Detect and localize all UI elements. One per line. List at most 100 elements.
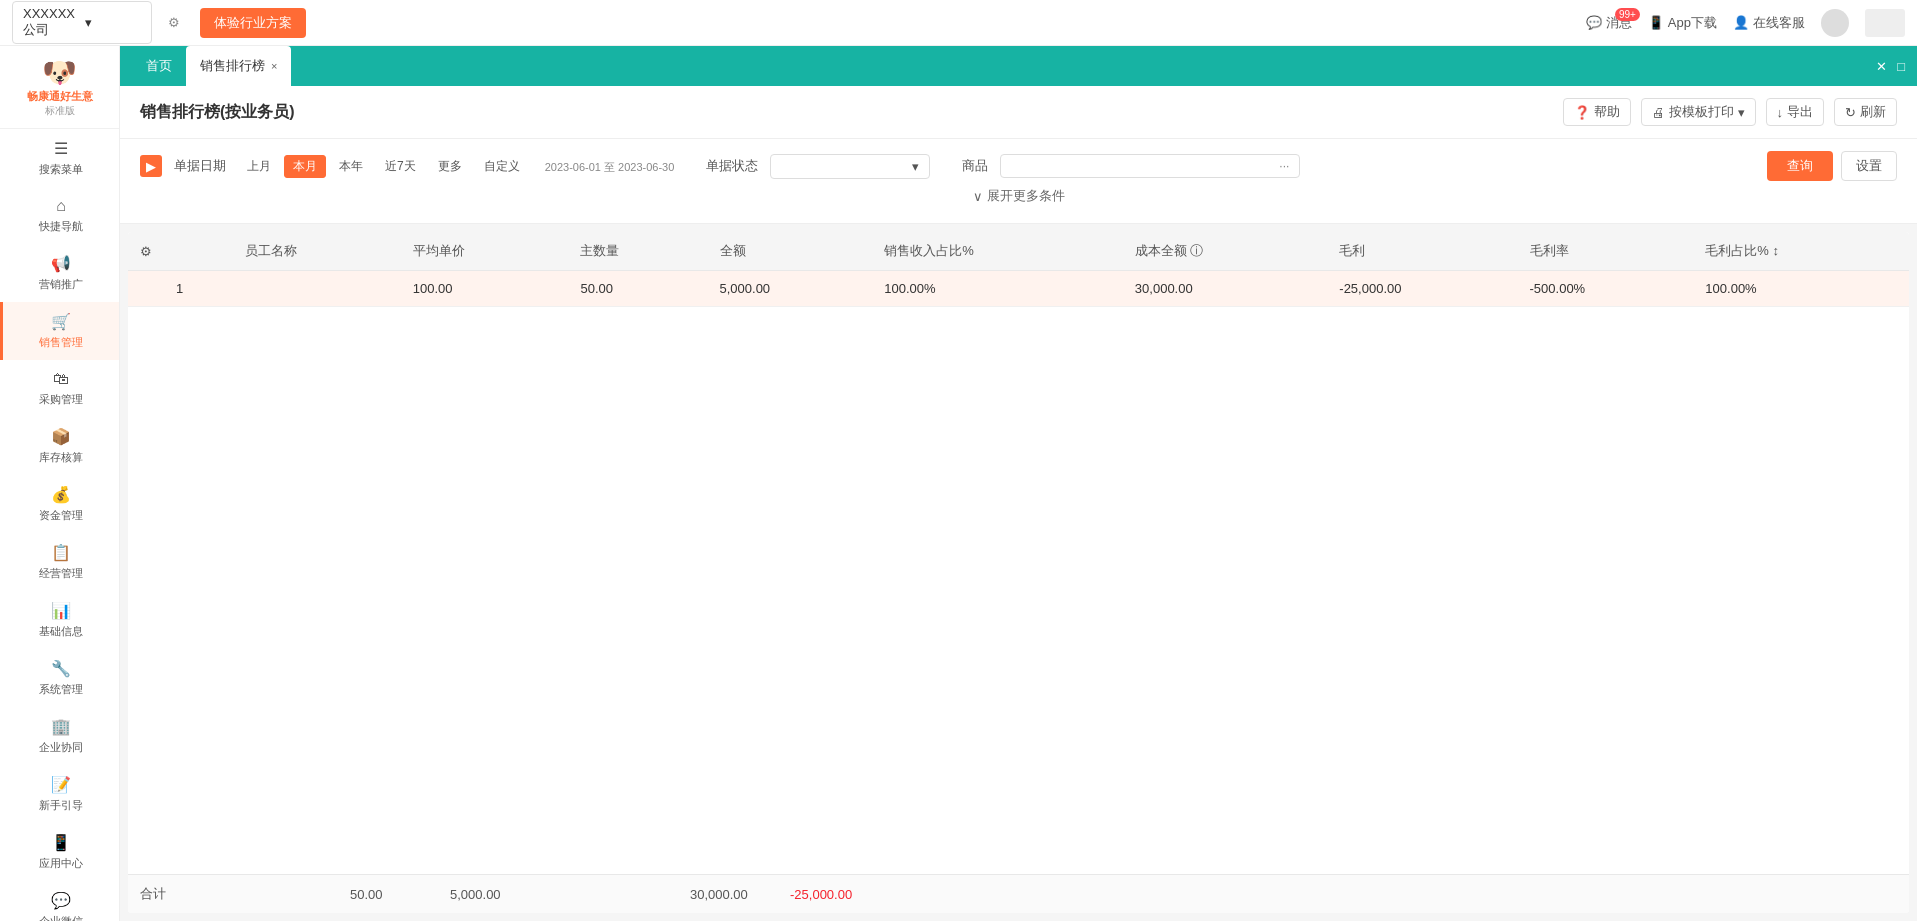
tab-sales-ranking-label: 销售排行榜 bbox=[200, 57, 265, 75]
logo-icon: 🐶 bbox=[42, 56, 77, 89]
trial-button[interactable]: 体验行业方案 bbox=[200, 8, 306, 38]
footer-label-cell: 合计 bbox=[140, 885, 220, 903]
sidebar-item-marketing[interactable]: 📢 营销推广 bbox=[0, 244, 119, 302]
query-button[interactable]: 查询 bbox=[1767, 151, 1833, 181]
tab-sales-ranking[interactable]: 销售排行榜 × bbox=[186, 46, 291, 86]
print-icon: 🖨 bbox=[1652, 105, 1665, 120]
date-tabs: 上月 本月 本年 近7天 更多 自定义 bbox=[238, 155, 529, 178]
footer-gross-cell: -25,000.00 bbox=[790, 887, 870, 902]
export-button[interactable]: ↓ 导出 bbox=[1766, 98, 1825, 126]
logo-tag: 标准版 bbox=[45, 104, 75, 118]
sidebar-item-sales[interactable]: 🛒 销售管理 bbox=[0, 302, 119, 360]
avatar-name[interactable] bbox=[1865, 9, 1905, 37]
sidebar: 🐶 畅康通好生意 标准版 ☰ 搜索菜单 ⌂ 快捷导航 📢 营销推广 🛒 销售管理… bbox=[0, 46, 120, 921]
col-sales-pct: 销售收入占比% bbox=[872, 232, 1123, 271]
row-gross-rate: -500.00% bbox=[1518, 271, 1694, 307]
footer-cost: 30,000.00 bbox=[690, 887, 748, 902]
help-icon: ❓ bbox=[1574, 105, 1590, 120]
gear-icon: ⚙ bbox=[168, 15, 180, 30]
sidebar-item-enterprise[interactable]: 🏢 企业协同 bbox=[0, 707, 119, 765]
sidebar-item-system[interactable]: 🔧 系统管理 bbox=[0, 649, 119, 707]
status-select[interactable]: ▾ bbox=[770, 154, 930, 179]
print-chevron-icon: ▾ bbox=[1738, 105, 1745, 120]
sidebar-item-basic-info[interactable]: 📊 基础信息 bbox=[0, 591, 119, 649]
avatar[interactable] bbox=[1821, 9, 1849, 37]
sidebar-label-search: 搜索菜单 bbox=[39, 162, 83, 177]
chevron-down-icon: ▾ bbox=[85, 15, 141, 30]
gear-button[interactable]: ⚙ bbox=[160, 9, 188, 37]
tab-close-icon[interactable]: × bbox=[271, 60, 277, 72]
print-button[interactable]: 🖨 按模板打印 ▾ bbox=[1641, 98, 1756, 126]
col-name: 员工名称 bbox=[233, 232, 401, 271]
sidebar-label-system: 系统管理 bbox=[39, 682, 83, 697]
window-max-icon[interactable]: □ bbox=[1897, 59, 1905, 74]
filter-toggle-button[interactable]: ▶ bbox=[140, 155, 162, 177]
help-label: 帮助 bbox=[1594, 103, 1620, 121]
tab-home[interactable]: 首页 bbox=[132, 46, 186, 86]
sidebar-item-quick-nav[interactable]: ⌂ 快捷导航 bbox=[0, 187, 119, 244]
service-icon: 👤 bbox=[1733, 15, 1749, 30]
refresh-icon: ↻ bbox=[1845, 105, 1856, 120]
page-content: 销售排行榜(按业务员) ❓ 帮助 🖨 按模板打印 ▾ ↓ 导出 bbox=[120, 86, 1917, 921]
sidebar-label-finance: 资金管理 bbox=[39, 508, 83, 523]
goods-label: 商品 bbox=[962, 157, 988, 175]
footer-amount-cell: 5,000.00 bbox=[450, 887, 530, 902]
col-avg-price: 平均单价 bbox=[401, 232, 569, 271]
date-tab-custom[interactable]: 自定义 bbox=[475, 155, 529, 178]
settings-button[interactable]: 设置 bbox=[1841, 151, 1897, 181]
tab-bar: 首页 销售排行榜 × ✕ □ bbox=[120, 46, 1917, 86]
footer-amount: 5,000.00 bbox=[450, 887, 501, 902]
row-amount: 5,000.00 bbox=[708, 271, 873, 307]
sidebar-item-wechat[interactable]: 💬 企业微信 bbox=[0, 881, 119, 921]
messages-badge: 99+ bbox=[1615, 8, 1640, 21]
window-close-icon[interactable]: ✕ bbox=[1876, 59, 1887, 74]
help-button[interactable]: ❓ 帮助 bbox=[1563, 98, 1631, 126]
date-tab-current-year[interactable]: 本年 bbox=[330, 155, 372, 178]
filter-right-buttons: 查询 设置 bbox=[1767, 151, 1897, 181]
expand-more-button[interactable]: ∨ 展开更多条件 bbox=[140, 181, 1897, 211]
expand-more-label: 展开更多条件 bbox=[987, 187, 1065, 205]
company-name: XXXXXX公司 bbox=[23, 6, 79, 39]
purchase-icon: 🛍 bbox=[53, 370, 69, 388]
sidebar-label-operations: 经营管理 bbox=[39, 566, 83, 581]
refresh-button[interactable]: ↻ 刷新 bbox=[1834, 98, 1897, 126]
sidebar-item-finance[interactable]: 💰 资金管理 bbox=[0, 475, 119, 533]
col-amount: 全额 bbox=[708, 232, 873, 271]
table-header-row: ⚙ 员工名称 平均单价 主数量 全额 销售收入占比% 成本全额 ⓘ 毛利 毛利率… bbox=[128, 232, 1909, 271]
export-label: 导出 bbox=[1787, 103, 1813, 121]
tab-right-controls: ✕ □ bbox=[1876, 59, 1905, 74]
footer-gross: -25,000.00 bbox=[790, 887, 852, 902]
date-label: 单据日期 bbox=[174, 157, 226, 175]
date-range-text: 2023-06-01 至 2023-06-30 bbox=[545, 160, 675, 175]
date-tab-7days[interactable]: 近7天 bbox=[376, 155, 425, 178]
date-tab-last-month[interactable]: 上月 bbox=[238, 155, 280, 178]
footer-label: 合计 bbox=[140, 886, 166, 901]
sidebar-item-apps[interactable]: 📱 应用中心 bbox=[0, 823, 119, 881]
sidebar-item-operations[interactable]: 📋 经营管理 bbox=[0, 533, 119, 591]
page-actions: ❓ 帮助 🖨 按模板打印 ▾ ↓ 导出 ↻ 刷新 bbox=[1563, 98, 1898, 126]
date-tab-more[interactable]: 更多 bbox=[429, 155, 471, 178]
online-service-button[interactable]: 👤 在线客服 bbox=[1733, 14, 1805, 32]
sidebar-label-wechat: 企业微信 bbox=[39, 914, 83, 921]
messages-button[interactable]: 💬 消息 99+ bbox=[1586, 14, 1632, 32]
table-settings-header[interactable]: ⚙ bbox=[128, 232, 164, 271]
chevron-down-expand-icon: ∨ bbox=[973, 189, 983, 204]
company-selector[interactable]: XXXXXX公司 ▾ bbox=[12, 1, 152, 44]
sales-icon: 🛒 bbox=[51, 312, 71, 331]
sidebar-item-inventory[interactable]: 📦 库存核算 bbox=[0, 417, 119, 475]
sidebar-item-search[interactable]: ☰ 搜索菜单 bbox=[0, 129, 119, 187]
sidebar-item-purchase[interactable]: 🛍 采购管理 bbox=[0, 360, 119, 417]
col-gross-pct: 毛利占比% ↕ bbox=[1693, 232, 1909, 271]
app-download-button[interactable]: 📱 App下载 bbox=[1648, 14, 1717, 32]
goods-select[interactable]: ··· bbox=[1000, 154, 1300, 178]
row-cost: 30,000.00 bbox=[1123, 271, 1327, 307]
sidebar-label-apps: 应用中心 bbox=[39, 856, 83, 871]
guide-icon: 📝 bbox=[51, 775, 71, 794]
content-area: 首页 销售排行榜 × ✕ □ 销售排行榜(按业务员) ❓ 帮助 bbox=[120, 46, 1917, 921]
date-tab-current-month[interactable]: 本月 bbox=[284, 155, 326, 178]
goods-more-icon[interactable]: ··· bbox=[1279, 159, 1289, 173]
chevron-down-status-icon: ▾ bbox=[912, 159, 919, 174]
row-settings bbox=[128, 271, 164, 307]
sidebar-item-guide[interactable]: 📝 新手引导 bbox=[0, 765, 119, 823]
sidebar-label-marketing: 营销推广 bbox=[39, 277, 83, 292]
